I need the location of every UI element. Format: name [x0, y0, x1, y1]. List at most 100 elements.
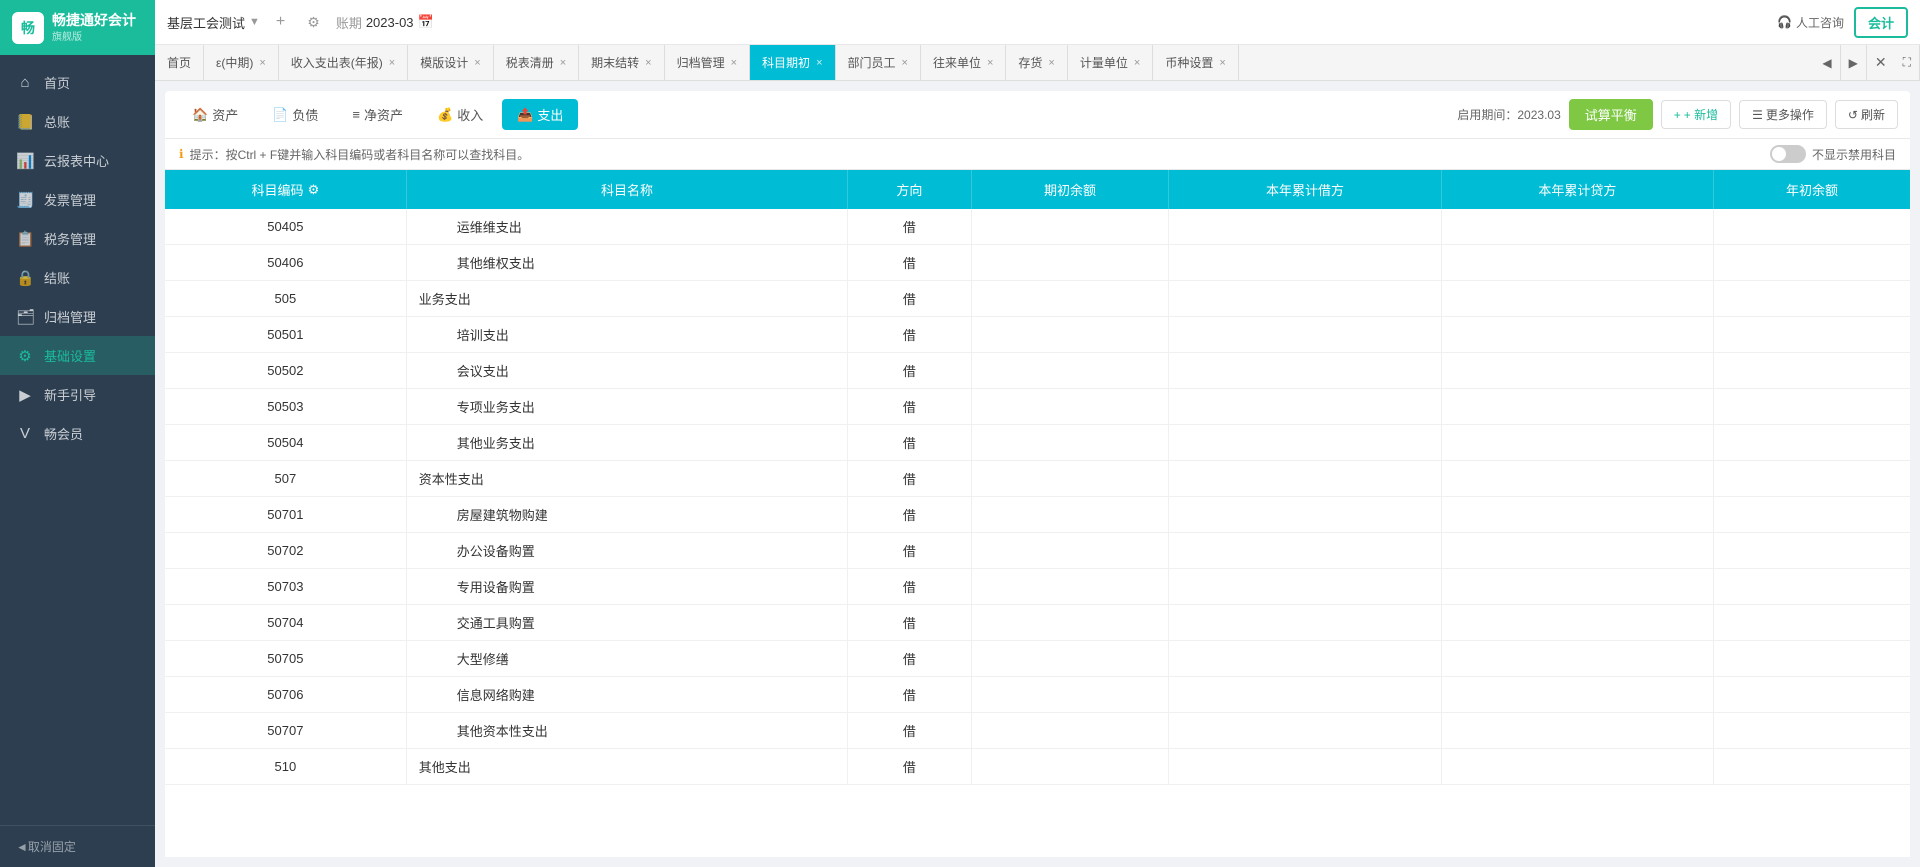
sidebar-item-ledger[interactable]: 📒 总账: [0, 102, 155, 141]
tab-dept[interactable]: 部门员工×: [836, 45, 921, 80]
sidebar-item-invoice[interactable]: 🧾 发票管理: [0, 180, 155, 219]
sidebar-item-tax[interactable]: 📋 税务管理: [0, 219, 155, 258]
cell-name-11: 交通工具购置: [406, 605, 847, 641]
sidebar-item-guide[interactable]: ▶ 新手引导: [0, 375, 155, 414]
tab-close-period_end[interactable]: ×: [645, 57, 651, 69]
cat-icon-liability: 📄: [272, 107, 288, 123]
sidebar-item-archive[interactable]: 🗂 归档管理: [0, 297, 155, 336]
tab-close-partner[interactable]: ×: [987, 57, 993, 69]
tab-label-income: 收入支出表(年报): [291, 54, 383, 71]
table-row[interactable]: 510 其他支出 借: [165, 749, 1910, 785]
table-row[interactable]: 50502 会议支出 借: [165, 353, 1910, 389]
cat-btn-expense[interactable]: 📤 支出: [502, 99, 578, 130]
cell-name-6: 其他业务支出: [406, 425, 847, 461]
table-row[interactable]: 505 业务支出 借: [165, 281, 1910, 317]
cell-name-4: 会议支出: [406, 353, 847, 389]
cell-year-opening-1: [1714, 245, 1910, 281]
sidebar-item-settings[interactable]: ⚙ 基础设置: [0, 336, 155, 375]
top-header: 基层工会测试 ▼ + ⚙ 账期 2023-03 📅 🎧 人工咨询 会计: [155, 0, 1920, 45]
table-row[interactable]: 50702 办公设备购置 借: [165, 533, 1910, 569]
tab-home[interactable]: 首页: [155, 45, 204, 80]
sidebar-label-member: 畅会员: [44, 424, 83, 443]
tab-bs[interactable]: ε(中期)×: [204, 45, 279, 80]
period-selector[interactable]: 账期 2023-03 📅: [336, 13, 434, 32]
sidebar-item-reports[interactable]: 📊 云报表中心: [0, 141, 155, 180]
table-row[interactable]: 507 资本性支出 借: [165, 461, 1910, 497]
cell-name-2: 业务支出: [406, 281, 847, 317]
cell-year-opening-7: [1714, 461, 1910, 497]
tab-close-taxclear[interactable]: ×: [560, 57, 566, 69]
cell-year-opening-4: [1714, 353, 1910, 389]
cell-ytd-credit-15: [1441, 749, 1713, 785]
tab-close-all-btn[interactable]: ✕: [1867, 45, 1895, 81]
settings-icon[interactable]: ⚙: [308, 182, 320, 198]
toggle-label: 不显示禁用科目: [1812, 146, 1896, 163]
tab-next-btn[interactable]: ▶: [1841, 45, 1867, 81]
tab-template[interactable]: 模版设计×: [408, 45, 493, 80]
tab-close-bs[interactable]: ×: [259, 57, 265, 69]
hint-toggle[interactable]: 不显示禁用科目: [1770, 145, 1896, 163]
table-row[interactable]: 50504 其他业务支出 借: [165, 425, 1910, 461]
tab-inventory[interactable]: 存货×: [1006, 45, 1067, 80]
table-row[interactable]: 50707 其他资本性支出 借: [165, 713, 1910, 749]
sidebar-label-closing: 结账: [44, 268, 70, 287]
tab-expand-btn[interactable]: ⛶: [1895, 45, 1920, 81]
account-btn[interactable]: 会计: [1854, 7, 1908, 38]
col-name: 科目名称: [406, 170, 847, 209]
tab-unit[interactable]: 计量单位×: [1068, 45, 1153, 80]
support-btn[interactable]: 🎧 人工咨询: [1777, 14, 1844, 31]
sidebar-collapse-btn[interactable]: ◄取消固定: [0, 825, 155, 867]
table-row[interactable]: 50503 专项业务支出 借: [165, 389, 1910, 425]
tab-income[interactable]: 收入支出表(年报) ×: [279, 45, 408, 80]
cat-btn-liability[interactable]: 📄 负债: [257, 99, 333, 130]
table-row[interactable]: 50501 培训支出 借: [165, 317, 1910, 353]
table-row[interactable]: 50701 房屋建筑物购建 借: [165, 497, 1910, 533]
table-row[interactable]: 50706 信息网络购建 借: [165, 677, 1910, 713]
sidebar-item-home[interactable]: ⌂ 首页: [0, 63, 155, 102]
cell-ytd-credit-10: [1441, 569, 1713, 605]
cell-ytd-credit-9: [1441, 533, 1713, 569]
cat-btn-asset[interactable]: 🏠 资产: [177, 99, 253, 130]
tab-close-template[interactable]: ×: [474, 57, 480, 69]
hint-bar: ℹ 提示：按Ctrl + F键并输入科目编码或者科目名称可以查找科目。 不显示禁…: [165, 139, 1910, 170]
sidebar-item-closing[interactable]: 🔒 结账: [0, 258, 155, 297]
more-btn[interactable]: ☰ 更多操作: [1739, 100, 1827, 129]
tab-close-subject_init[interactable]: ×: [816, 57, 822, 69]
cat-btn-income[interactable]: 💰 收入: [422, 99, 498, 130]
tab-partner[interactable]: 往来单位×: [921, 45, 1006, 80]
tab-archive[interactable]: 归档管理×: [665, 45, 750, 80]
tab-taxclear[interactable]: 税表清册×: [494, 45, 579, 80]
cell-code-7: 507: [165, 461, 406, 497]
sidebar-item-member[interactable]: V 畅会员: [0, 414, 155, 453]
add-tab-btn[interactable]: +: [270, 11, 291, 33]
tab-prev-btn[interactable]: ◀: [1814, 45, 1840, 81]
cell-code-12: 50705: [165, 641, 406, 677]
table-row[interactable]: 50406 其他维权支出 借: [165, 245, 1910, 281]
table-row[interactable]: 50703 专用设备购置 借: [165, 569, 1910, 605]
table-row[interactable]: 50405 运维维支出 借: [165, 209, 1910, 245]
tab-close-unit[interactable]: ×: [1134, 57, 1140, 69]
company-selector[interactable]: 基层工会测试 ▼: [167, 13, 260, 32]
toggle-switch[interactable]: [1770, 145, 1806, 163]
balance-btn[interactable]: 试算平衡: [1569, 99, 1653, 130]
cat-btn-equity[interactable]: ≡ 净资产: [337, 99, 418, 130]
tab-subject_init[interactable]: 科目期初×: [750, 45, 835, 80]
tab-close-currency[interactable]: ×: [1219, 57, 1225, 69]
settings-gear-icon[interactable]: ⚙: [301, 12, 326, 33]
cat-icon-income: 💰: [437, 107, 453, 123]
cell-ytd-debit-5: [1169, 389, 1441, 425]
tab-close-inventory[interactable]: ×: [1048, 57, 1054, 69]
add-btn[interactable]: + + 新增: [1661, 100, 1731, 129]
refresh-btn[interactable]: ↺ 刷新: [1835, 100, 1898, 129]
tab-close-dept[interactable]: ×: [902, 57, 908, 69]
tab-close-income[interactable]: ×: [389, 57, 395, 69]
cell-direction-8: 借: [848, 497, 971, 533]
tab-close-archive[interactable]: ×: [731, 57, 737, 69]
table-row[interactable]: 50704 交通工具购置 借: [165, 605, 1910, 641]
tab-period_end[interactable]: 期末结转×: [579, 45, 664, 80]
cell-code-4: 50502: [165, 353, 406, 389]
cell-direction-1: 借: [848, 245, 971, 281]
table-row[interactable]: 50705 大型修缮 借: [165, 641, 1910, 677]
tab-currency[interactable]: 币种设置×: [1153, 45, 1238, 80]
cell-opening-7: [971, 461, 1169, 497]
